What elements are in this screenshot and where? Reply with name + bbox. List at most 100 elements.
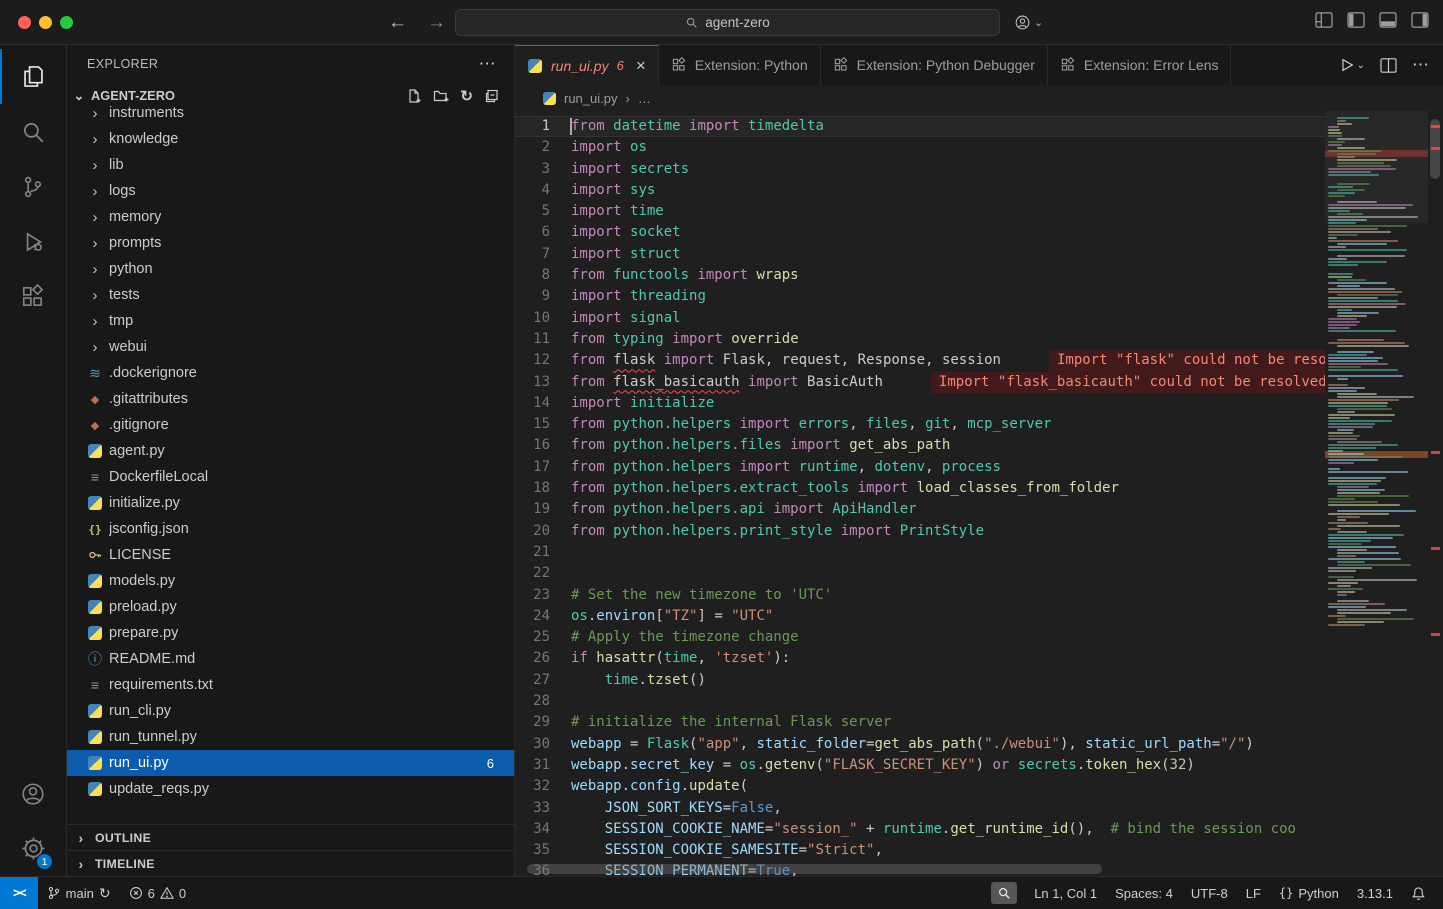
code-line-30[interactable]: 30 webapp = Flask("app", static_folder=ge… xyxy=(515,734,1325,755)
code-line-5[interactable]: 5 import time xyxy=(515,201,1325,222)
tab-Extension: Error Lens[interactable]: Extension: Error Lens xyxy=(1048,45,1232,85)
code-line-31[interactable]: 31 webapp.secret_key = os.getenv("FLASK_S… xyxy=(515,755,1325,776)
folder-prompts[interactable]: › prompts xyxy=(67,230,514,256)
file-run_tunnel.py[interactable]: run_tunnel.py xyxy=(67,724,514,750)
code-line-25[interactable]: 25 # Apply the timezone change xyxy=(515,627,1325,648)
file-preload.py[interactable]: preload.py xyxy=(67,594,514,620)
code-line-29[interactable]: 29 # initialize the internal Flask server xyxy=(515,712,1325,733)
run-python-file-button[interactable]: ⌄ xyxy=(1339,57,1365,73)
activity-source-control[interactable] xyxy=(0,159,66,214)
code-line-22[interactable]: 22 xyxy=(515,563,1325,584)
close-tab-icon[interactable]: × xyxy=(636,56,646,76)
zoom-status-button[interactable] xyxy=(991,882,1018,904)
more-actions-icon[interactable]: ⋯ xyxy=(479,54,496,74)
branch-item[interactable]: main ↻ xyxy=(38,877,120,909)
activity-settings[interactable]: 1 xyxy=(0,821,66,876)
code-line-33[interactable]: 33 JSON_SORT_KEYS=False, xyxy=(515,798,1325,819)
folder-webui[interactable]: › webui xyxy=(67,334,514,360)
code-line-9[interactable]: 9 import threading xyxy=(515,286,1325,307)
folder-knowledge[interactable]: › knowledge xyxy=(67,126,514,152)
folder-logs[interactable]: › logs xyxy=(67,178,514,204)
profile-menu[interactable]: ⌄ xyxy=(1014,9,1043,36)
folder-tests[interactable]: › tests xyxy=(67,282,514,308)
file-DockerfileLocal[interactable]: ≡ DockerfileLocal xyxy=(67,464,514,490)
notifications-bell[interactable] xyxy=(1402,877,1435,909)
code-line-16[interactable]: 16 from python.helpers.files import get_a… xyxy=(515,435,1325,456)
command-center-search[interactable]: agent-zero xyxy=(455,9,1000,36)
code-editor[interactable]: 1 from datetime import timedelta 2 import o… xyxy=(515,111,1443,876)
code-line-7[interactable]: 7 import struct xyxy=(515,244,1325,265)
folder-instruments[interactable]: › instruments xyxy=(67,100,514,126)
code-line-4[interactable]: 4 import sys xyxy=(515,180,1325,201)
folder-tmp[interactable]: › tmp xyxy=(67,308,514,334)
file-jsconfig.json[interactable]: {} jsconfig.json xyxy=(67,516,514,542)
navigate-back-icon[interactable]: ← xyxy=(388,12,407,34)
code-area[interactable]: 1 from datetime import timedelta 2 import o… xyxy=(515,111,1325,876)
folder-lib[interactable]: › lib xyxy=(67,152,514,178)
code-line-34[interactable]: 34 SESSION_COOKIE_NAME="session_" + runt… xyxy=(515,819,1325,840)
code-line-12[interactable]: 12 from flask import Flask, request, Resp… xyxy=(515,350,1325,372)
code-line-27[interactable]: 27 time.tzset() xyxy=(515,670,1325,691)
code-line-15[interactable]: 15 from python.helpers import errors, fil… xyxy=(515,414,1325,435)
toggle-panel-icon[interactable] xyxy=(1379,12,1397,28)
toggle-primary-sidebar-icon[interactable] xyxy=(1347,12,1365,28)
code-line-10[interactable]: 10 import signal xyxy=(515,308,1325,329)
file-update_reqs.py[interactable]: update_reqs.py xyxy=(67,776,514,802)
code-line-6[interactable]: 6 import socket xyxy=(515,222,1325,243)
navigate-forward-icon[interactable]: → xyxy=(427,12,446,34)
file-models.py[interactable]: models.py xyxy=(67,568,514,594)
more-editor-actions-icon[interactable]: ⋯ xyxy=(1412,55,1429,75)
file-.gitattributes[interactable]: ◆ .gitattributes xyxy=(67,386,514,412)
activity-extensions[interactable] xyxy=(0,269,66,324)
minimap[interactable] xyxy=(1325,111,1428,876)
code-line-23[interactable]: 23 # Set the new timezone to 'UTC' xyxy=(515,585,1325,606)
activity-explorer[interactable] xyxy=(0,49,66,104)
code-line-2[interactable]: 2 import os xyxy=(515,137,1325,158)
code-line-26[interactable]: 26 if hasattr(time, 'tzset'): xyxy=(515,648,1325,669)
code-line-8[interactable]: 8 from functools import wraps xyxy=(515,265,1325,286)
file-LICENSE[interactable]: LICENSE xyxy=(67,542,514,568)
file-prepare.py[interactable]: prepare.py xyxy=(67,620,514,646)
code-line-19[interactable]: 19 from python.helpers.api import ApiHand… xyxy=(515,499,1325,520)
folder-python[interactable]: › python xyxy=(67,256,514,282)
split-editor-icon[interactable] xyxy=(1380,57,1397,73)
code-line-20[interactable]: 20 from python.helpers.print_style import… xyxy=(515,521,1325,542)
file-initialize.py[interactable]: initialize.py xyxy=(67,490,514,516)
tab-Extension: Python Debugger[interactable]: Extension: Python Debugger xyxy=(821,45,1048,85)
code-line-17[interactable]: 17 from python.helpers import runtime, do… xyxy=(515,457,1325,478)
eol-sequence[interactable]: LF xyxy=(1237,877,1270,909)
file-agent.py[interactable]: agent.py xyxy=(67,438,514,464)
indentation[interactable]: Spaces: 4 xyxy=(1106,877,1182,909)
outline-section[interactable]: › OUTLINE xyxy=(67,824,514,850)
activity-run-debug[interactable] xyxy=(0,214,66,269)
code-line-3[interactable]: 3 import secrets xyxy=(515,159,1325,180)
problems-item[interactable]: 6 0 xyxy=(120,877,195,909)
close-window-button[interactable] xyxy=(18,16,31,29)
cursor-position[interactable]: Ln 1, Col 1 xyxy=(1025,877,1106,909)
code-line-14[interactable]: 14 import initialize xyxy=(515,393,1325,414)
tab-Extension: Python[interactable]: Extension: Python xyxy=(659,45,821,85)
code-line-11[interactable]: 11 from typing import override xyxy=(515,329,1325,350)
breadcrumb[interactable]: run_ui.py › … xyxy=(515,85,1443,111)
activity-accounts[interactable] xyxy=(0,766,66,821)
file-README.md[interactable]: ⓘ README.md xyxy=(67,646,514,672)
timeline-section[interactable]: › TIMELINE xyxy=(67,850,514,876)
code-line-18[interactable]: 18 from python.helpers.extract_tools impo… xyxy=(515,478,1325,499)
file-.dockerignore[interactable]: ≋ .dockerignore xyxy=(67,360,514,386)
code-line-35[interactable]: 35 SESSION_COOKIE_SAMESITE="Strict", xyxy=(515,840,1325,861)
folder-memory[interactable]: › memory xyxy=(67,204,514,230)
encoding[interactable]: UTF-8 xyxy=(1182,877,1237,909)
file-.gitignore[interactable]: ◆ .gitignore xyxy=(67,412,514,438)
code-line-21[interactable]: 21 xyxy=(515,542,1325,563)
activity-search[interactable] xyxy=(0,104,66,159)
code-line-1[interactable]: 1 from datetime import timedelta xyxy=(515,116,1325,137)
file-run_ui.py[interactable]: run_ui.py 6 xyxy=(67,750,514,776)
language-mode[interactable]: {} Python xyxy=(1270,877,1348,909)
code-line-13[interactable]: 13 from flask_basicauth import BasicAuth I… xyxy=(515,371,1325,393)
code-line-28[interactable]: 28 xyxy=(515,691,1325,712)
code-line-32[interactable]: 32 webapp.config.update( xyxy=(515,776,1325,797)
tab-run_ui.py[interactable]: run_ui.py 6 × xyxy=(515,45,659,85)
minimize-window-button[interactable] xyxy=(39,16,52,29)
toggle-secondary-sidebar-icon[interactable] xyxy=(1411,12,1429,28)
customize-layout-icon[interactable] xyxy=(1315,12,1333,28)
